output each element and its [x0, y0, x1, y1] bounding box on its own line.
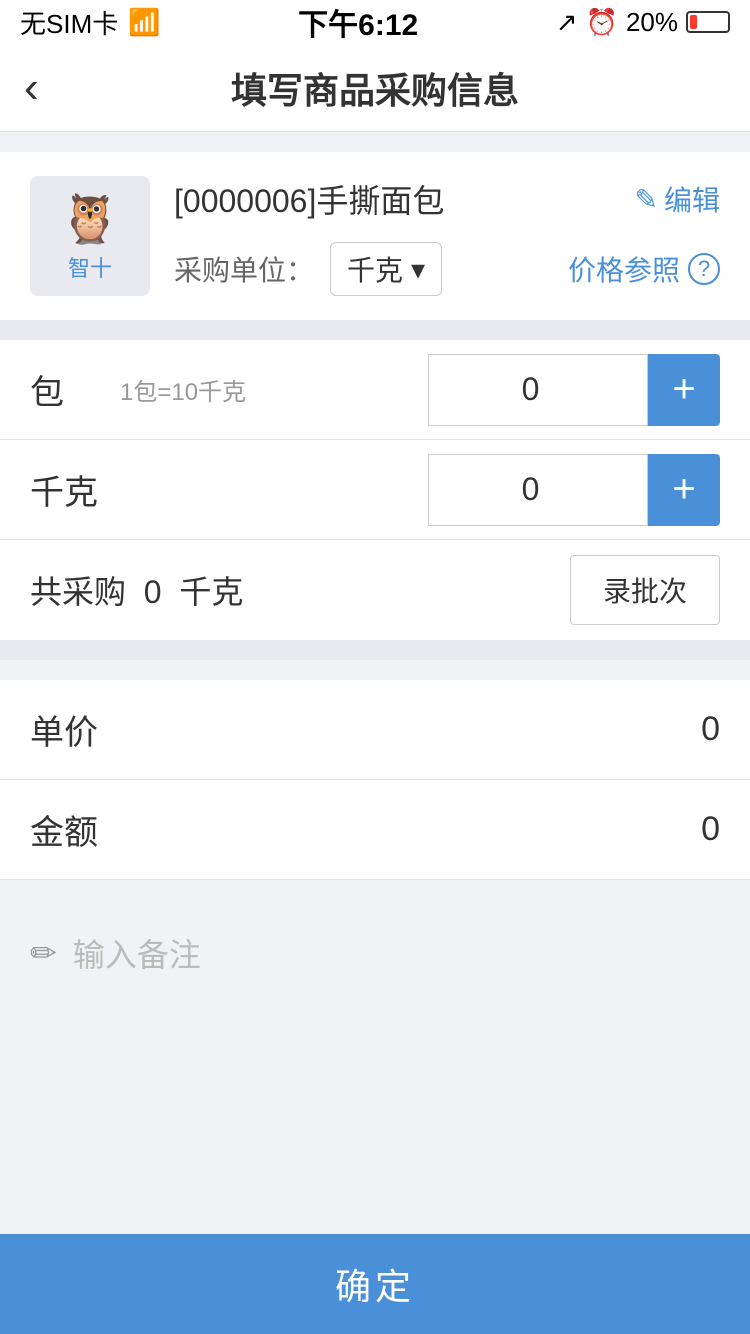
battery-icon — [686, 11, 730, 33]
amount-label: 金额 — [30, 805, 98, 854]
product-info: [0000006]手撕面包 ✎ 编辑 采购单位： 千克 ▾ 价格参照 ? — [174, 176, 720, 296]
unit-price-row: 单价 0 — [0, 680, 750, 780]
location-icon: ↗ — [556, 7, 578, 38]
nav-bar: ‹ 填写商品采购信息 — [0, 44, 750, 132]
status-left: 无SIM卡 📶 — [20, 4, 161, 41]
battery-percent: 20% — [626, 7, 678, 38]
section-divider-1 — [0, 320, 750, 340]
kg-plus-button[interactable]: + — [648, 454, 720, 526]
section-divider-2 — [0, 640, 750, 660]
unit-select[interactable]: 千克 ▾ — [330, 242, 442, 296]
status-right: ↗ ⏰ 20% — [556, 7, 730, 38]
pencil-icon: ✏ — [30, 934, 57, 972]
wifi-icon: 📶 — [128, 7, 160, 38]
pack-input-row: 包 1包=10千克 + — [0, 340, 750, 440]
pack-hint: 1包=10千克 — [120, 372, 246, 407]
remarks-placeholder: 输入备注 — [73, 930, 201, 976]
batch-button[interactable]: 录批次 — [570, 555, 720, 625]
summary-text: 共采购 0 千克 — [30, 567, 243, 613]
amount-row: 金额 0 — [0, 780, 750, 880]
kg-label: 千克 — [30, 465, 110, 514]
remarks-section[interactable]: ✏ 输入备注 — [0, 900, 750, 1006]
purchase-unit-label: 采购单位： — [174, 249, 314, 289]
input-section: 包 1包=10千克 + 千克 + — [0, 340, 750, 540]
chevron-down-icon: ▾ — [411, 253, 425, 286]
kg-input-control: + — [428, 454, 720, 526]
back-button[interactable]: ‹ — [24, 66, 39, 110]
product-card: 🦉 智十 [0000006]手撕面包 ✎ 编辑 采购单位： 千克 ▾ 价格参照 … — [0, 152, 750, 320]
pack-number-input[interactable] — [428, 354, 648, 426]
price-section: 单价 0 金额 0 — [0, 680, 750, 880]
page-title: 填写商品采购信息 — [231, 62, 519, 114]
confirm-button[interactable]: 确定 — [0, 1234, 750, 1334]
edit-button[interactable]: ✎ 编辑 — [635, 179, 720, 219]
purchase-unit-row: 采购单位： 千克 ▾ 价格参照 ? — [174, 242, 720, 296]
kg-number-input[interactable] — [428, 454, 648, 526]
product-name-row: [0000006]手撕面包 ✎ 编辑 — [174, 176, 720, 222]
status-time: 下午6:12 — [298, 0, 418, 44]
price-ref-label: 价格参照 — [568, 249, 680, 289]
pack-plus-button[interactable]: + — [648, 354, 720, 426]
status-bar: 无SIM卡 📶 下午6:12 ↗ ⏰ 20% — [0, 0, 750, 44]
product-thumbnail: 🦉 智十 — [30, 176, 150, 296]
info-icon: ? — [688, 253, 720, 285]
content-bottom — [0, 1006, 750, 1126]
unit-value: 千克 — [347, 249, 403, 289]
edit-icon: ✎ — [635, 183, 658, 216]
unit-price-value: 0 — [701, 710, 720, 749]
price-ref-button[interactable]: 价格参照 ? — [568, 249, 720, 289]
carrier-text: 无SIM卡 — [20, 4, 118, 41]
pack-input-control: + — [428, 354, 720, 426]
product-name: [0000006]手撕面包 — [174, 176, 444, 222]
pack-label: 包 — [30, 365, 110, 414]
alarm-icon: ⏰ — [586, 7, 618, 38]
owl-subtitle: 智十 — [68, 251, 112, 283]
unit-price-label: 单价 — [30, 705, 98, 754]
kg-input-row: 千克 + — [0, 440, 750, 540]
owl-icon: 🦉 — [60, 190, 120, 247]
amount-value: 0 — [701, 810, 720, 849]
summary-row: 共采购 0 千克 录批次 — [0, 540, 750, 640]
